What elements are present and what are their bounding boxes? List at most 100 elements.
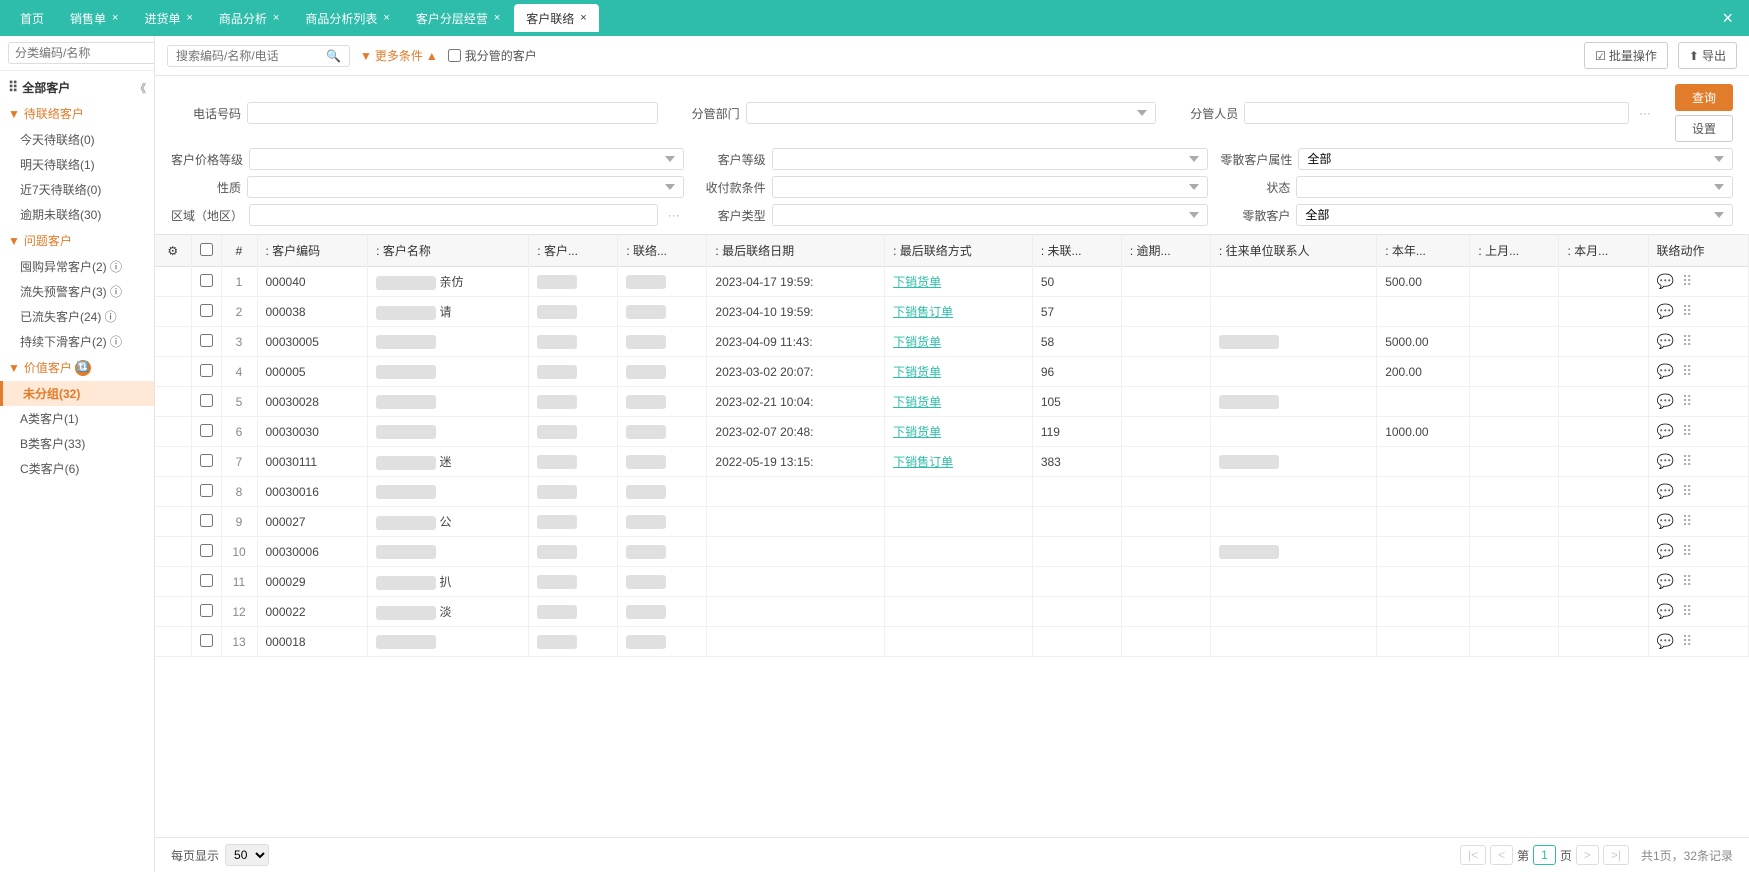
status-select[interactable] — [1296, 176, 1733, 198]
sidebar-group-value[interactable]: ▼ 价值客户 🔃 — [0, 354, 154, 381]
sidebar-item-churn-warning[interactable]: 流失预警客户(3) ⓘ — [0, 279, 154, 304]
contact-method-link[interactable]: 下销货单 — [893, 425, 941, 439]
last-page-button[interactable]: >| — [1603, 845, 1629, 865]
more-icon[interactable]: ⠿ — [1682, 393, 1692, 410]
more-icon[interactable]: ⠿ — [1682, 513, 1692, 530]
contact-method-link[interactable]: 下销货单 — [893, 395, 941, 409]
contact-method-link[interactable]: 下销售订单 — [893, 455, 953, 469]
no-contact-col-header[interactable]: : 未联... — [1032, 235, 1121, 267]
chat-icon[interactable]: 💬 — [1657, 633, 1674, 650]
more-icon[interactable]: ⠿ — [1682, 273, 1692, 290]
checkbox-cell[interactable] — [191, 477, 221, 507]
code-col-header[interactable]: : 客户编码 — [257, 235, 368, 267]
region-more-icon[interactable]: ··· — [664, 208, 684, 222]
checkbox-cell[interactable] — [191, 537, 221, 567]
retail-attr-select[interactable]: 全部 — [1298, 148, 1733, 170]
row-checkbox[interactable] — [200, 304, 213, 317]
checkbox-cell[interactable] — [191, 417, 221, 447]
more-icon[interactable]: ⠿ — [1682, 603, 1692, 620]
filter-more-conditions[interactable]: ▼ 更多条件 ▲ — [360, 47, 438, 64]
select-all-checkbox[interactable] — [200, 243, 213, 256]
row-checkbox[interactable] — [200, 514, 213, 527]
sidebar-item-today-pending[interactable]: 今天待联络(0) — [0, 127, 154, 152]
chat-icon[interactable]: 💬 — [1657, 423, 1674, 440]
checkbox-cell[interactable] — [191, 597, 221, 627]
chat-icon[interactable]: 💬 — [1657, 393, 1674, 410]
chat-icon[interactable]: 💬 — [1657, 543, 1674, 560]
more-icon[interactable]: ⠿ — [1682, 573, 1692, 590]
row-checkbox[interactable] — [200, 454, 213, 467]
more-icon[interactable]: ⠿ — [1682, 363, 1692, 380]
chat-icon[interactable]: 💬 — [1657, 453, 1674, 470]
checkbox-cell[interactable] — [191, 567, 221, 597]
nav-tab-product-analysis[interactable]: 商品分析 × — [207, 4, 291, 32]
sidebar-item-class-b[interactable]: B类客户(33) — [0, 431, 154, 456]
checkbox-cell[interactable] — [191, 447, 221, 477]
my-customers-checkbox[interactable] — [448, 49, 461, 62]
chat-icon[interactable]: 💬 — [1657, 273, 1674, 290]
checkbox-cell[interactable] — [191, 327, 221, 357]
sidebar-item-tomorrow-pending[interactable]: 明天待联络(1) — [0, 152, 154, 177]
close-product-analysis-tab[interactable]: × — [273, 12, 279, 24]
more-icon[interactable]: ⠿ — [1682, 453, 1692, 470]
nav-tab-sales[interactable]: 销售单 × — [58, 4, 130, 32]
dept-select[interactable] — [746, 102, 1157, 124]
more-icon[interactable]: ⠿ — [1682, 303, 1692, 320]
region-input[interactable] — [249, 204, 658, 226]
checkbox-cell[interactable] — [191, 297, 221, 327]
last-month-col-header[interactable]: : 上月... — [1470, 235, 1559, 267]
chat-icon[interactable]: 💬 — [1657, 513, 1674, 530]
settings-icon[interactable]: ⚙ — [167, 244, 178, 258]
row-checkbox[interactable] — [200, 334, 213, 347]
customer-level-select[interactable] — [772, 148, 1209, 170]
last-date-col-header[interactable]: : 最后联络日期 — [707, 235, 885, 267]
nav-tab-purchase[interactable]: 进货单 × — [132, 4, 204, 32]
chat-icon[interactable]: 💬 — [1657, 573, 1674, 590]
row-checkbox[interactable] — [200, 634, 213, 647]
checkbox-cell[interactable] — [191, 267, 221, 297]
close-purchase-tab[interactable]: × — [186, 12, 192, 24]
last-method-col-header[interactable]: : 最后联络方式 — [885, 235, 1033, 267]
nav-tab-product-analysis-list[interactable]: 商品分析列表 × — [293, 4, 401, 32]
reset-button[interactable]: 设置 — [1675, 115, 1733, 142]
chat-icon[interactable]: 💬 — [1657, 483, 1674, 500]
row-checkbox[interactable] — [200, 604, 213, 617]
type-col-header[interactable]: : 客户... — [529, 235, 618, 267]
sidebar-item-class-c[interactable]: C类客户(6) — [0, 456, 154, 481]
more-icon[interactable]: ⠿ — [1682, 423, 1692, 440]
checkbox-cell[interactable] — [191, 387, 221, 417]
collapse-icon[interactable]: 《 — [135, 80, 146, 96]
nav-tab-customer-segment[interactable]: 客户分层经营 × — [404, 4, 512, 32]
chat-icon[interactable]: 💬 — [1657, 303, 1674, 320]
export-button[interactable]: ⬆ 导出 — [1678, 42, 1737, 69]
sidebar-all-customers[interactable]: ⠿ 全部客户 《 — [0, 71, 154, 100]
contact-method-link[interactable]: 下销货单 — [893, 335, 941, 349]
close-customer-segment-tab[interactable]: × — [494, 12, 500, 24]
query-button[interactable]: 查询 — [1675, 84, 1733, 111]
sidebar-search-input[interactable] — [8, 42, 155, 64]
sidebar-item-overdue-pending[interactable]: 逾期未联络(30) — [0, 202, 154, 227]
row-checkbox[interactable] — [200, 484, 213, 497]
more-icon[interactable]: ⠿ — [1682, 333, 1692, 350]
staff-input[interactable] — [1244, 102, 1629, 124]
chat-icon[interactable]: 💬 — [1657, 363, 1674, 380]
filter-search-icon[interactable]: 🔍 — [326, 49, 341, 63]
sidebar-group-pending[interactable]: ▼ 待联络客户 — [0, 100, 154, 127]
row-checkbox[interactable] — [200, 364, 213, 377]
price-level-select[interactable] — [249, 148, 684, 170]
sidebar-item-declining[interactable]: 持续下滑客户(2) ⓘ — [0, 329, 154, 354]
chat-icon[interactable]: 💬 — [1657, 333, 1674, 350]
filter-search-input[interactable] — [176, 49, 326, 63]
row-checkbox[interactable] — [200, 574, 213, 587]
staff-more-icon[interactable]: ··· — [1635, 106, 1655, 120]
sidebar-item-7days-pending[interactable]: 近7天待联络(0) — [0, 177, 154, 202]
payment-select[interactable] — [772, 176, 1209, 198]
more-icon[interactable]: ⠿ — [1682, 483, 1692, 500]
settings-col-header[interactable]: ⚙ — [155, 235, 191, 267]
name-col-header[interactable]: : 客户名称 — [368, 235, 529, 267]
row-checkbox[interactable] — [200, 274, 213, 287]
partner-col-header[interactable]: : 往来单位联系人 — [1210, 235, 1376, 267]
first-page-button[interactable]: |< — [1460, 845, 1486, 865]
sidebar-item-unclassified[interactable]: 未分组(32) — [0, 381, 154, 406]
prev-page-button[interactable]: < — [1490, 845, 1513, 865]
